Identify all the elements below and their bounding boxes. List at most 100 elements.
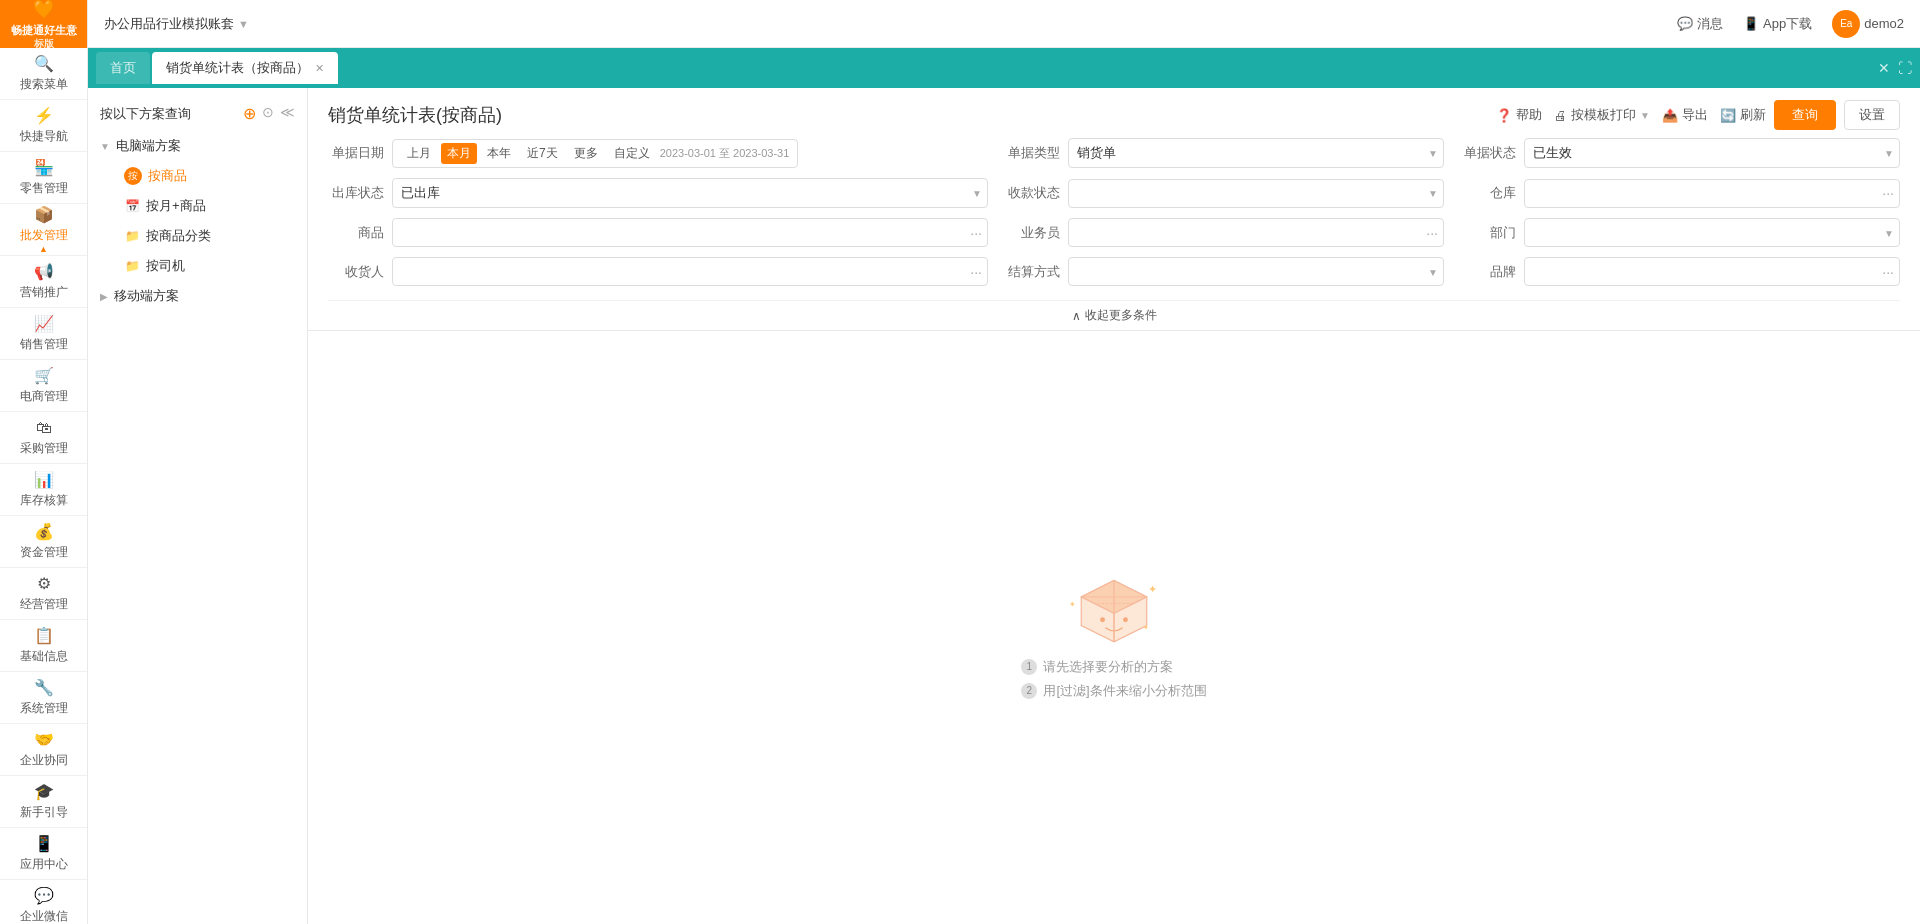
wholesale-icon: 📦	[34, 205, 54, 224]
sidebar-item-basic[interactable]: 📋 基础信息	[0, 620, 87, 672]
filter-product: 商品 ···	[328, 218, 988, 247]
tabbar: 首页 销货单统计表（按商品） ✕ ✕ ⛶	[88, 48, 1920, 88]
date-btn-current-year[interactable]: 本年	[481, 143, 517, 164]
sidebar-item-finance[interactable]: 💰 资金管理	[0, 516, 87, 568]
logo-text: 畅捷通好生意	[11, 23, 77, 37]
filter-salesperson: 业务员 ···	[1004, 218, 1444, 247]
date-btn-custom[interactable]: 自定义	[608, 143, 656, 164]
warehouse-input[interactable]	[1524, 179, 1900, 208]
receiver-input[interactable]	[392, 257, 988, 286]
date-btn-last-month[interactable]: 上月	[401, 143, 437, 164]
doc-type-select[interactable]: 销货单	[1068, 138, 1444, 168]
settings-plan-icon[interactable]: ⊙	[262, 104, 274, 123]
filter-payment-status: 收款状态 ▼	[1004, 179, 1444, 208]
lph-icons: ⊕ ⊙ ≪	[243, 104, 295, 123]
hint-1-text: 请先选择要分析的方案	[1043, 658, 1173, 676]
sidebar-item-sales[interactable]: 📈 销售管理	[0, 308, 87, 360]
sidebar-item-appstore[interactable]: 📱 应用中心	[0, 828, 87, 880]
tab-home[interactable]: 首页	[96, 52, 150, 84]
help-icon: ❓	[1496, 108, 1512, 123]
product-dots-icon[interactable]: ···	[970, 225, 982, 241]
help-btn[interactable]: ❓ 帮助	[1496, 106, 1542, 124]
doc-status-select[interactable]: 已生效	[1524, 138, 1900, 168]
finance-icon: 💰	[34, 522, 54, 541]
salesperson-dots-icon[interactable]: ···	[1426, 225, 1438, 241]
date-btn-7days[interactable]: 近7天	[521, 143, 564, 164]
basic-icon: 📋	[34, 626, 54, 645]
payment-status-input[interactable]	[1068, 179, 1444, 208]
refresh-btn[interactable]: 🔄 刷新	[1720, 106, 1766, 124]
tab-close-icon[interactable]: ✕	[315, 62, 324, 75]
phone-icon: 📱	[1743, 16, 1759, 31]
tree-item-by-category[interactable]: 📁 按商品分类	[108, 221, 307, 251]
tree-item-by-driver[interactable]: 📁 按司机	[108, 251, 307, 281]
marketing-icon: 📢	[34, 262, 54, 281]
sidebar-item-enterprise[interactable]: 🤝 企业协同	[0, 724, 87, 776]
salesperson-input[interactable]	[1068, 218, 1444, 247]
dropdown-icon[interactable]: ▼	[238, 18, 249, 30]
page-header: 销货单统计表(按商品) ❓ 帮助 🖨 按模板打印 ▼	[308, 88, 1920, 331]
left-panel-header: 按以下方案查询 ⊕ ⊙ ≪	[88, 96, 307, 131]
warehouse-status-select[interactable]: 已出库	[392, 178, 988, 208]
tree-desktop-section[interactable]: ▼ 电脑端方案	[88, 131, 307, 161]
sidebar-item-corpwechat[interactable]: 💬 企业微信	[0, 880, 87, 924]
sidebar-item-system[interactable]: 🔧 系统管理	[0, 672, 87, 724]
brand-dots-icon[interactable]: ···	[1882, 264, 1894, 280]
brand-input[interactable]	[1524, 257, 1900, 286]
sidebar-item-quick-nav[interactable]: ⚡ 快捷导航	[0, 100, 87, 152]
filter-warehouse: 仓库 ···	[1460, 179, 1900, 208]
sidebar-item-inventory[interactable]: 📊 库存核算	[0, 464, 87, 516]
receiver-dots-icon[interactable]: ···	[970, 264, 982, 280]
tabbar-close-icon[interactable]: ✕	[1878, 60, 1890, 76]
sidebar-item-purchase[interactable]: 🛍 采购管理	[0, 412, 87, 464]
empty-state: ✦ ✦ ✦ 1 请先选择要分析的方案 2 用[过滤]条件来缩小分析范围	[308, 331, 1920, 924]
user-menu[interactable]: Ea demo2	[1832, 10, 1904, 38]
sidebar-item-newbie[interactable]: 🎓 新手引导	[0, 776, 87, 828]
tree-item-by-month-product[interactable]: 📅 按月+商品	[108, 191, 307, 221]
add-plan-icon[interactable]: ⊕	[243, 104, 256, 123]
settlement-select[interactable]	[1068, 257, 1444, 286]
svg-text:✦: ✦	[1148, 582, 1157, 594]
filter-receiver: 收货人 ···	[328, 257, 988, 286]
sidebar-item-search-menu[interactable]: 🔍 搜索菜单	[0, 48, 87, 100]
query-button[interactable]: 查询	[1774, 100, 1836, 130]
collapse-left-icon[interactable]: ≪	[280, 104, 295, 123]
tree-mobile-section[interactable]: ▶ 移动端方案	[88, 281, 307, 311]
warehouse-dots-icon[interactable]: ···	[1882, 185, 1894, 201]
message-btn[interactable]: 💬 消息	[1677, 15, 1723, 33]
sidebar-item-wholesale[interactable]: 📦 批发管理 ▲	[0, 204, 87, 256]
sidebar-item-operation[interactable]: ⚙ 经营管理	[0, 568, 87, 620]
logo: 🧡 畅捷通好生意 标版	[0, 0, 87, 48]
print-icon: 🖨	[1554, 108, 1567, 123]
collapse-icon: ∧	[1072, 309, 1081, 323]
app-download-btn[interactable]: 📱 App下载	[1743, 15, 1812, 33]
product-input[interactable]	[392, 218, 988, 247]
tabbar-maximize-icon[interactable]: ⛶	[1898, 60, 1912, 76]
filter-warehouse-status: 出库状态 已出库 ▼	[328, 178, 988, 208]
tab-sales-stats[interactable]: 销货单统计表（按商品） ✕	[152, 52, 338, 84]
export-btn[interactable]: 📤 导出	[1662, 106, 1708, 124]
user-avatar: Ea	[1832, 10, 1860, 38]
date-btn-more[interactable]: 更多	[568, 143, 604, 164]
app-name: 办公用品行业模拟账套 ▼	[104, 15, 249, 33]
filter-area: 单据日期 上月 本月 本年 近7天 更多 自定义 2023-03-01 至 20…	[328, 138, 1900, 300]
date-selector[interactable]: 上月 本月 本年 近7天 更多 自定义 2023-03-01 至 2023-03…	[392, 139, 798, 168]
tree-item-by-product[interactable]: 按 按商品	[108, 161, 307, 191]
page-title: 销货单统计表(按商品)	[328, 103, 502, 127]
hint-2: 2 用[过滤]条件来缩小分析范围	[1021, 682, 1206, 700]
department-select[interactable]	[1524, 218, 1900, 247]
sidebar-item-retail[interactable]: 🏪 零售管理	[0, 152, 87, 204]
date-btn-current-month[interactable]: 本月	[441, 143, 477, 164]
collapse-bar[interactable]: ∧ 收起更多条件	[328, 300, 1900, 330]
sidebar-item-marketing[interactable]: 📢 营销推广	[0, 256, 87, 308]
settings-button[interactable]: 设置	[1844, 100, 1900, 130]
print-btn[interactable]: 🖨 按模板打印 ▼	[1554, 106, 1650, 124]
scanner-icon: 📁	[124, 258, 140, 274]
logo-icon: 🧡	[33, 0, 55, 21]
filter-brand: 品牌 ···	[1460, 257, 1900, 286]
svg-text:✦: ✦	[1143, 623, 1149, 630]
content-area: 按以下方案查询 ⊕ ⊙ ≪ ▼ 电脑端方案 按 按商品 📅 按月	[88, 88, 1920, 924]
print-dropdown-icon: ▼	[1640, 110, 1650, 121]
sidebar-item-ecommerce[interactable]: 🛒 电商管理	[0, 360, 87, 412]
enterprise-icon: 🤝	[34, 730, 54, 749]
